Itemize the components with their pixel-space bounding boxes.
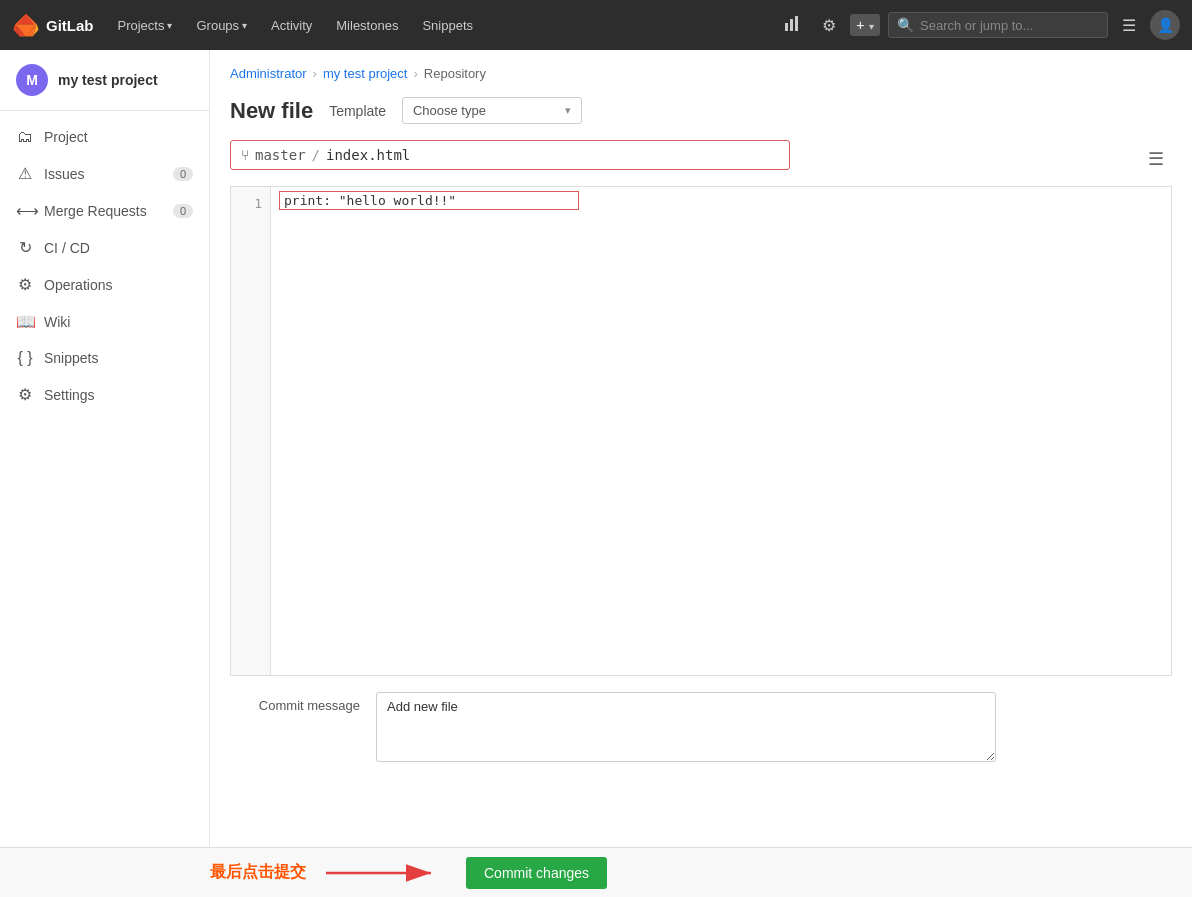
search-icon: 🔍: [897, 17, 914, 33]
page-header: New file Template Choose type ▾: [230, 97, 1172, 124]
search-input[interactable]: [920, 18, 1099, 33]
sidebar-item-settings[interactable]: ⚙ Settings: [0, 376, 209, 413]
commit-changes-button[interactable]: Commit changes: [466, 857, 607, 889]
nav-snippets[interactable]: Snippets: [414, 12, 481, 39]
sidebar: M my test project 🗂 Project ⚠ Issues 0 ⟷…: [0, 50, 210, 897]
commit-section: Commit message Add new file: [230, 692, 1172, 762]
avatar: M: [16, 64, 48, 96]
filepath-separator: /: [312, 147, 320, 163]
editor-container: 1: [230, 186, 1172, 676]
annotation-text: 最后点击提交: [210, 862, 306, 883]
topnav: GitLab Projects ▾ Groups ▾ Activity Mile…: [0, 0, 1192, 50]
issues-badge: 0: [173, 167, 193, 181]
merge-requests-badge: 0: [173, 204, 193, 218]
nav-groups[interactable]: Groups ▾: [188, 12, 255, 39]
editor-content[interactable]: [271, 187, 1171, 675]
svg-rect-1: [790, 19, 793, 31]
sidebar-item-wiki[interactable]: 📖 Wiki: [0, 303, 209, 340]
layout: M my test project 🗂 Project ⚠ Issues 0 ⟷…: [0, 50, 1192, 897]
choose-type-placeholder: Choose type: [413, 103, 486, 118]
project-icon: 🗂: [16, 128, 34, 146]
settings-icon: ⚙: [16, 385, 34, 404]
groups-chevron-icon: ▾: [242, 20, 247, 31]
chart-icon[interactable]: [778, 10, 808, 40]
projects-chevron-icon: ▾: [167, 20, 172, 31]
gitlab-logo[interactable]: GitLab: [12, 11, 94, 39]
sidebar-item-merge-requests[interactable]: ⟷ Merge Requests 0: [0, 192, 209, 229]
bottom-bar: 最后点击提交 Commit changes: [0, 847, 1192, 897]
nav-activity[interactable]: Activity: [263, 12, 320, 39]
breadcrumb-sep-2: ›: [413, 66, 417, 81]
wiki-icon: 📖: [16, 312, 34, 331]
operations-icon: ⚙: [16, 275, 34, 294]
commit-message-input[interactable]: Add new file: [376, 692, 996, 762]
user-icon[interactable]: 👤: [1150, 10, 1180, 40]
breadcrumb-admin[interactable]: Administrator: [230, 66, 307, 81]
project-name: my test project: [58, 72, 158, 88]
commit-message-label: Commit message: [230, 692, 360, 713]
editor-gutter: 1: [231, 187, 271, 675]
editor-line-input[interactable]: [279, 191, 579, 210]
sidebar-item-issues[interactable]: ⚠ Issues 0: [0, 155, 209, 192]
issues-icon: ⚠: [16, 164, 34, 183]
template-label: Template: [329, 103, 386, 119]
sidebar-nav: 🗂 Project ⚠ Issues 0 ⟷ Merge Requests 0 …: [0, 111, 209, 421]
sidebar-item-operations[interactable]: ⚙ Operations: [0, 266, 209, 303]
branch-icon: ⑂: [241, 147, 249, 163]
editor-line-1: [279, 191, 1163, 210]
wrench-icon[interactable]: ⚙: [816, 12, 842, 39]
snippets-icon: { }: [16, 349, 34, 367]
search-bar[interactable]: 🔍: [888, 12, 1108, 38]
breadcrumb-sep-1: ›: [313, 66, 317, 81]
sidebar-item-project[interactable]: 🗂 Project: [0, 119, 209, 155]
nav-milestones[interactable]: Milestones: [328, 12, 406, 39]
breadcrumb: Administrator › my test project › Reposi…: [230, 66, 1172, 81]
plus-icon[interactable]: + ▾: [850, 14, 880, 36]
editor-menu-icon[interactable]: ☰: [1140, 144, 1172, 174]
sidebar-item-cicd[interactable]: ↻ CI / CD: [0, 229, 209, 266]
sidebar-toggle-icon[interactable]: ☰: [1116, 12, 1142, 39]
logo-text: GitLab: [46, 17, 94, 34]
arrow-icon: [326, 853, 446, 893]
main-content: Administrator › my test project › Reposi…: [210, 50, 1192, 897]
svg-rect-3: [800, 21, 801, 22]
filepath-bar: ⑂ master /: [230, 140, 790, 170]
choose-type-dropdown[interactable]: Choose type ▾: [402, 97, 582, 124]
breadcrumb-current: Repository: [424, 66, 486, 81]
svg-rect-0: [785, 23, 788, 31]
sidebar-header: M my test project: [0, 50, 209, 111]
svg-rect-2: [795, 16, 798, 31]
merge-requests-icon: ⟷: [16, 201, 34, 220]
choose-type-chevron-icon: ▾: [565, 104, 571, 117]
nav-projects[interactable]: Projects ▾: [110, 12, 181, 39]
line-number-1: 1: [231, 193, 262, 215]
cicd-icon: ↻: [16, 238, 34, 257]
breadcrumb-project[interactable]: my test project: [323, 66, 408, 81]
filename-input[interactable]: [326, 147, 779, 163]
branch-name: master: [255, 147, 306, 163]
page-title: New file: [230, 98, 313, 124]
sidebar-item-snippets[interactable]: { } Snippets: [0, 340, 209, 376]
commit-message-row: Commit message Add new file: [230, 692, 1172, 762]
